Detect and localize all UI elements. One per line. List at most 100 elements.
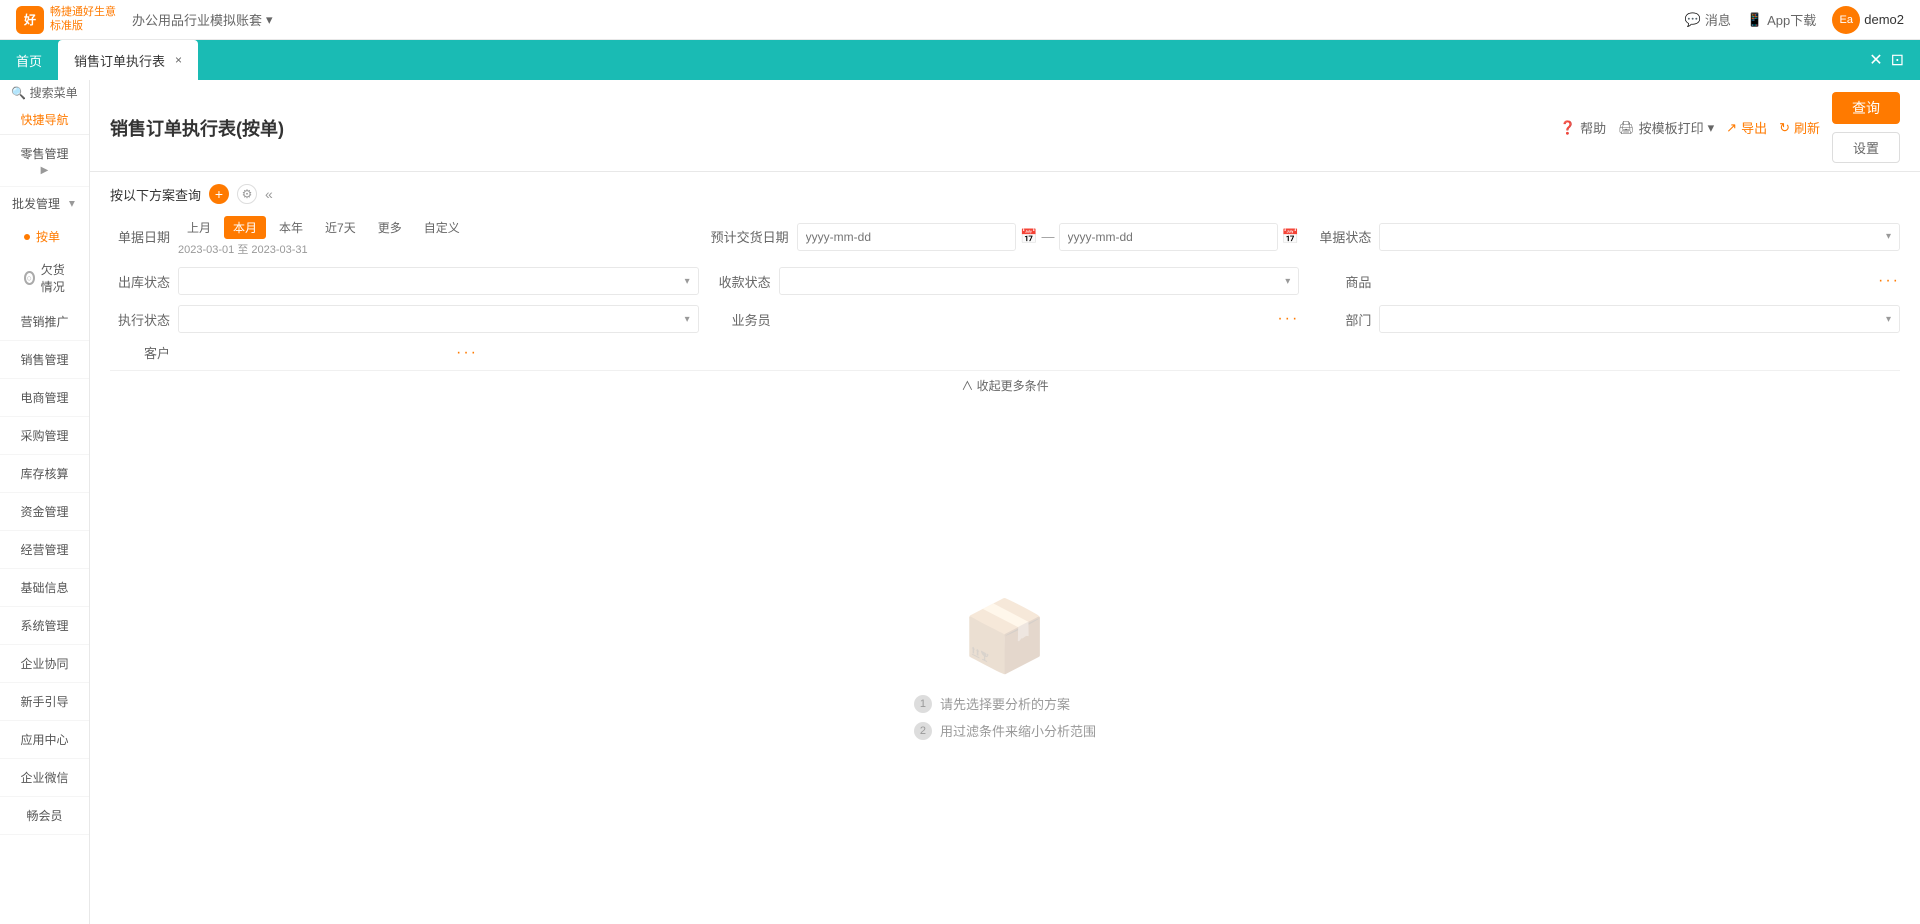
chevron-down-icon: ▾ (685, 276, 690, 287)
exec-status-select[interactable]: ▾ (178, 305, 699, 333)
print-icon: 🖨 (1618, 120, 1635, 136)
main-layout: 🔍 搜索菜单 快捷导航 零售管理 ▶ 批发管理 ▲ 按单 ○ 欠货情况 营销 (0, 80, 1920, 924)
user-name: demo2 (1864, 12, 1904, 27)
expected-date-label: 预计交货日期 (711, 227, 789, 246)
sidebar-item-system[interactable]: 系统管理 (0, 607, 89, 645)
message-button[interactable]: 💬 消息 (1685, 10, 1731, 29)
filter-item-doc-status: 单据状态 ▾ (1311, 223, 1900, 251)
user-area[interactable]: Ea demo2 (1832, 6, 1904, 34)
app-selector[interactable]: 办公用品行业模拟账套 ▾ (124, 10, 281, 29)
help-button[interactable]: ❓ 帮助 (1560, 118, 1606, 137)
chevron-down-icon: ▾ (1285, 276, 1290, 287)
tab-home[interactable]: 首页 (0, 40, 58, 80)
logo-icon: 好 (16, 6, 44, 34)
filter-section-header: 按以下方案查询 + ⚙ « (110, 184, 1900, 204)
collection-status-select[interactable]: ▾ (779, 267, 1300, 295)
date-btn-this-month[interactable]: 本月 (224, 216, 266, 239)
sidebar-item-wechat[interactable]: 企业微信 (0, 759, 89, 797)
filter-row-2: 出库状态 ▾ 收款状态 ▾ 商品 ··· (110, 267, 1900, 295)
sidebar-item-newbie[interactable]: 新手引导 (0, 683, 89, 721)
doc-status-label: 单据状态 (1311, 227, 1371, 246)
collapse-sidebar-button[interactable]: « (265, 186, 273, 202)
template-print-button[interactable]: 🖨 按模板打印 ▾ (1618, 118, 1714, 137)
expected-date-from-input[interactable] (797, 223, 1016, 251)
sales-rep-label: 业务员 (711, 310, 771, 329)
empty-tips: 1 请先选择要分析的方案 2 用过滤条件来缩小分析范围 (914, 694, 1096, 740)
quick-nav-button[interactable]: 快捷导航 (0, 105, 89, 135)
add-scheme-button[interactable]: + (209, 184, 229, 204)
app-download-button[interactable]: 📱 App下载 (1747, 10, 1816, 29)
sidebar-item-basic[interactable]: 基础信息 (0, 569, 89, 607)
filter-row-1: 单据日期 上月 本月 本年 近7天 更多 自定义 2023-03-01 至 20… (110, 216, 1900, 257)
collapse-filter-button[interactable]: ∧ 收起更多条件 (110, 370, 1900, 400)
sales-rep-more-button[interactable]: ··· (1277, 310, 1299, 328)
home-label: 首页 (16, 51, 42, 70)
empty-state: 📦 1 请先选择要分析的方案 2 用过滤条件来缩小分析范围 (914, 596, 1096, 740)
avatar: Ea (1832, 6, 1860, 34)
delivery-status-select[interactable]: ▾ (178, 267, 699, 295)
filter-item-delivery-status: 出库状态 ▾ (110, 267, 699, 295)
page-title-row: 销售订单执行表(按单) ❓ 帮助 🖨 按模板打印 ▾ ↗ 导出 (110, 92, 1900, 163)
settings-button[interactable]: 设置 (1832, 132, 1900, 163)
config-scheme-button[interactable]: ⚙ (237, 184, 257, 204)
close-window-icon[interactable]: ✕ (1869, 50, 1882, 70)
customer-more-button[interactable]: ··· (456, 344, 478, 362)
message-icon: 💬 (1685, 12, 1701, 28)
chevron-up-icon: ▲ (67, 198, 77, 209)
department-select[interactable]: ▾ (1379, 305, 1900, 333)
main-content: 📦 1 请先选择要分析的方案 2 用过滤条件来缩小分析范围 (90, 412, 1920, 924)
sidebar-item-operation[interactable]: 经营管理 (0, 531, 89, 569)
export-button[interactable]: ↗ 导出 (1726, 118, 1767, 137)
sidebar-search-button[interactable]: 🔍 搜索菜单 (0, 80, 89, 105)
filter-item-department: 部门 ▾ (1311, 305, 1900, 333)
empty-icon: 📦 (961, 596, 1048, 678)
top-bar-left: 好 畅捷通好生意 标准版 办公用品行业模拟账套 ▾ (16, 6, 281, 34)
page-header: 销售订单执行表(按单) ❓ 帮助 🖨 按模板打印 ▾ ↗ 导出 (90, 80, 1920, 172)
sidebar-item-finance[interactable]: 资金管理 (0, 493, 89, 531)
empty-tip-1: 1 请先选择要分析的方案 (914, 694, 1096, 713)
sidebar-item-member[interactable]: 畅会员 (0, 797, 89, 835)
date-btn-7-days[interactable]: 近7天 (316, 216, 365, 239)
sidebar-item-sales-mgmt[interactable]: 销售管理 (0, 341, 89, 379)
date-btn-more[interactable]: 更多 (369, 216, 411, 239)
section-title: 按以下方案查询 (110, 185, 201, 204)
tab-sales-exec[interactable]: 销售订单执行表 × (58, 40, 198, 80)
date-btn-last-month[interactable]: 上月 (178, 216, 220, 239)
delivery-status-label: 出库状态 (110, 272, 170, 291)
filter-area: 按以下方案查询 + ⚙ « 单据日期 上月 本月 本年 近7天 更多 (90, 172, 1920, 412)
wholesale-sub-menu: 按单 ○ 欠货情况 (0, 220, 89, 303)
customer-label: 客户 (110, 343, 170, 362)
product-more-button[interactable]: ··· (1878, 272, 1900, 290)
doc-date-control: 上月 本月 本年 近7天 更多 自定义 2023-03-01 至 2023-03… (178, 216, 699, 257)
query-button[interactable]: 查询 (1832, 92, 1900, 124)
tab-close-icon[interactable]: × (175, 53, 182, 67)
page-title: 销售订单执行表(按单) (110, 115, 284, 141)
sidebar-item-purchase[interactable]: 采购管理 (0, 417, 89, 455)
sidebar-item-wholesale[interactable]: 批发管理 ▲ (0, 187, 89, 220)
sidebar-sub-item-receivable[interactable]: ○ 欠货情况 (8, 253, 81, 303)
chevron-down-icon: ▾ (685, 314, 690, 325)
sidebar-item-ecommerce[interactable]: 电商管理 (0, 379, 89, 417)
sidebar-sub-item-order[interactable]: 按单 (8, 220, 81, 253)
expected-date-control: 📅 — 📅 (797, 223, 1300, 251)
sidebar-item-enterprise[interactable]: 企业协同 (0, 645, 89, 683)
calendar-from-icon[interactable]: 📅 (1020, 228, 1037, 245)
sidebar-item-marketing[interactable]: 营销推广 (0, 303, 89, 341)
exec-status-label: 执行状态 (110, 310, 170, 329)
refresh-button[interactable]: ↻ 刷新 (1779, 118, 1820, 137)
circle-icon: ○ (24, 271, 35, 285)
sidebar-item-retail[interactable]: 零售管理 ▶ (0, 135, 89, 187)
expected-date-to-input[interactable] (1059, 223, 1278, 251)
date-btn-custom[interactable]: 自定义 (415, 216, 469, 239)
sidebar-item-app-center[interactable]: 应用中心 (0, 721, 89, 759)
calendar-to-icon[interactable]: 📅 (1282, 228, 1299, 245)
chevron-down-icon: ▾ (266, 12, 273, 28)
date-btn-this-year[interactable]: 本年 (270, 216, 312, 239)
chevron-down-icon: ▾ (1886, 231, 1891, 242)
maximize-icon[interactable]: ⊡ (1891, 50, 1904, 70)
filter-item-sales-rep: 业务员 ··· (711, 310, 1300, 329)
doc-status-select[interactable]: ▾ (1379, 223, 1900, 251)
collection-status-label: 收款状态 (711, 272, 771, 291)
sidebar-item-inventory[interactable]: 库存核算 (0, 455, 89, 493)
tab-bar: 首页 销售订单执行表 × ✕ ⊡ (0, 40, 1920, 80)
